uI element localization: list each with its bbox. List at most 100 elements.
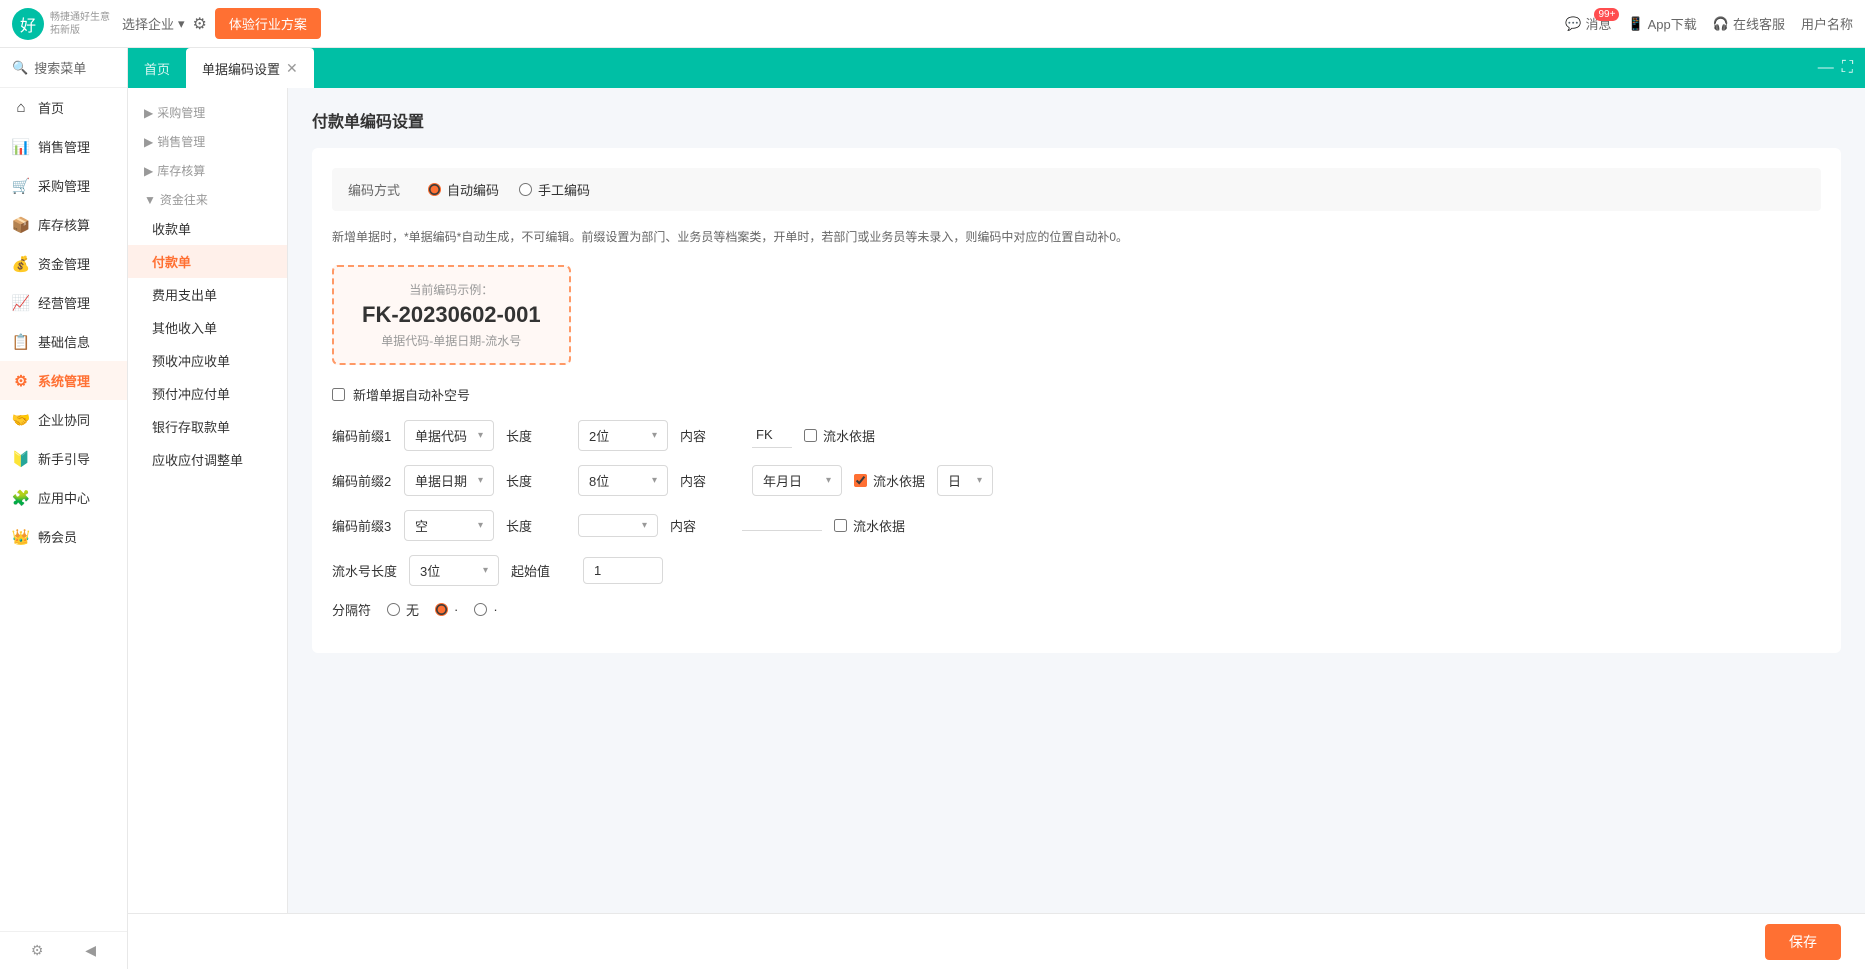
prefix1-select[interactable]: 单据代码 ▾ [404,420,494,451]
length1-label: 长度 [506,426,566,445]
start-value-input[interactable] [583,557,663,584]
sidebar-item-app[interactable]: 🧩 应用中心 [0,478,127,517]
sidebar-bottom: ⚙ ◀ [0,931,127,969]
length3-select[interactable]: ▾ [578,514,658,537]
main-layout: 🔍 搜索菜单 首页 📊 销售管理 🛒 采购管理 📦 库存核算 💰 资金管理 📈 … [0,48,1865,969]
sidebar-item-purchase[interactable]: 🛒 采购管理 [0,166,127,205]
sep-dash-char: · [493,602,497,617]
sidebar: 🔍 搜索菜单 首页 📊 销售管理 🛒 采购管理 📦 库存核算 💰 资金管理 📈 … [0,48,128,969]
chevron-down-icon-p3: ▾ [478,520,483,531]
chevron-down-icon-c2: ▾ [826,475,831,486]
message-badge: 99+ [1594,8,1619,21]
sub-sidebar-item-prepay-pay[interactable]: 预付冲应付单 [128,377,287,410]
sub-sidebar-item-receipt[interactable]: 收款单 [128,212,287,245]
sidebar-item-coop[interactable]: 🤝 企业协同 [0,400,127,439]
prefix2-select[interactable]: 单据日期 ▾ [404,465,494,496]
encoding-type-label: 编码方式 [348,180,400,199]
encoding-type-row: 编码方式 自动编码 手工编码 [332,168,1821,211]
message-button[interactable]: 💬 消息 99+ [1565,14,1611,33]
sidebar-item-inventory[interactable]: 📦 库存核算 [0,205,127,244]
top-bar: 好 畅捷通好生意 拓新版 选择企业 ▾ ⚙ 体验行业方案 💬 消息 99+ 📱 … [0,0,1865,48]
tab-bar: 首页 单据编码设置 ✕ — ⛶ [128,48,1865,88]
inner-layout: ▶ 采购管理 ▶ 销售管理 ▶ 库存核算 ▼ 资金往来 收款单 付款单 费用支出… [128,88,1865,913]
sub-sidebar-group-fund[interactable]: ▼ 资金往来 [128,183,287,212]
auto-fill-row: 新增单据自动补空号 [332,385,1821,404]
content2-select[interactable]: 年月日 ▾ [752,465,842,496]
length2-select[interactable]: 8位 ▾ [578,465,668,496]
sidebar-item-basic[interactable]: 📋 基础信息 [0,322,127,361]
stream3-checkbox[interactable] [834,519,847,532]
stream2-checkbox[interactable] [854,474,867,487]
sub-sidebar-item-bank-deposit[interactable]: 银行存取款单 [128,410,287,443]
tab-maximize-icon[interactable]: ⛶ [1842,59,1853,77]
sub-sidebar-item-prepay-collect[interactable]: 预收冲应收单 [128,344,287,377]
app-center-icon: 🧩 [12,489,30,507]
tab-code-settings[interactable]: 单据编码设置 ✕ [186,48,314,88]
stream2-unit-select[interactable]: 日 ▾ [937,465,993,496]
radio-manual-code[interactable]: 手工编码 [519,180,590,199]
search-menu[interactable]: 🔍 搜索菜单 [0,48,127,88]
content-area: 首页 单据编码设置 ✕ — ⛶ ▶ 采购管理 ▶ 销售管理 [128,48,1865,969]
message-icon: 💬 [1565,16,1581,32]
sep-none-option[interactable]: 无 [387,600,419,619]
separator-label: 分隔符 [332,600,371,619]
length3-label: 长度 [506,516,566,535]
length1-select[interactable]: 2位 ▾ [578,420,668,451]
app-download-button[interactable]: 📱 App下载 [1627,14,1696,33]
sub-sidebar-item-payment[interactable]: 付款单 [128,245,287,278]
user-info[interactable]: 用户名称 [1801,14,1853,33]
tab-close-icon[interactable]: ✕ [286,60,298,77]
sidebar-item-sales[interactable]: 📊 销售管理 [0,127,127,166]
sep-dot-option[interactable]: · [435,602,458,617]
save-button[interactable]: 保存 [1765,924,1841,960]
top-bar-center: 选择企业 ▾ ⚙ 体验行业方案 [122,8,321,39]
stream1-label: 流水依据 [823,426,875,445]
trial-button[interactable]: 体验行业方案 [215,8,321,39]
chevron-down-icon-l1: ▾ [652,430,657,441]
sub-sidebar-group-purchase[interactable]: ▶ 采购管理 [128,96,287,125]
system-icon: ⚙ [12,372,30,390]
example-label: 当前编码示例： [362,281,541,298]
sidebar-item-system[interactable]: ⚙ 系统管理 [0,361,127,400]
chevron-right-icon: ▶ [144,106,153,120]
prefix3-select[interactable]: 空 ▾ [404,510,494,541]
chevron-down-icon-l3: ▾ [642,520,647,531]
chevron-down-icon: ▾ [178,16,185,32]
basic-icon: 📋 [12,333,30,351]
sidebar-item-home[interactable]: 首页 [0,88,127,127]
sidebar-item-finance[interactable]: 💰 资金管理 [0,244,127,283]
logo-icon: 好 [12,8,44,40]
sub-sidebar-item-other-income[interactable]: 其他收入单 [128,311,287,344]
coop-icon: 🤝 [12,411,30,429]
sub-sidebar-item-expense[interactable]: 费用支出单 [128,278,287,311]
chevron-right-icon-2: ▶ [144,135,153,149]
sub-sidebar-group-sales[interactable]: ▶ 销售管理 [128,125,287,154]
online-service-button[interactable]: 🎧 在线客服 [1713,14,1785,33]
vip-icon: 👑 [12,528,30,546]
serial-length-select[interactable]: 3位 ▾ [409,555,499,586]
purchase-icon: 🛒 [12,177,30,195]
radio-auto-code[interactable]: 自动编码 [428,180,499,199]
tab-home[interactable]: 首页 [128,48,186,88]
inventory-icon: 📦 [12,216,30,234]
example-desc: 单据代码-单据日期-流水号 [362,332,541,349]
settings-card: 编码方式 自动编码 手工编码 新增单据时，*单据编码*自动生成，不可编辑。前缀设… [312,148,1841,653]
sidebar-item-guide[interactable]: 🔰 新手引导 [0,439,127,478]
stream1-checkbox[interactable] [804,429,817,442]
sep-dash-option[interactable]: · [474,602,497,617]
service-icon: 🎧 [1713,16,1729,32]
company-dropdown[interactable]: 选择企业 ▾ [122,14,185,33]
sidebar-settings-icon[interactable]: ⚙ [31,942,44,959]
sub-sidebar-item-adjust[interactable]: 应收应付调整单 [128,443,287,476]
sub-sidebar-group-inventory[interactable]: ▶ 库存核算 [128,154,287,183]
serial-row: 流水号长度 3位 ▾ 起始值 [332,555,1821,586]
sidebar-collapse-icon[interactable]: ◀ [85,942,96,959]
auto-fill-checkbox[interactable] [332,388,345,401]
sidebar-item-vip[interactable]: 👑 畅会员 [0,517,127,556]
sidebar-item-manage[interactable]: 📈 经营管理 [0,283,127,322]
tab-minimize-icon[interactable]: — [1818,59,1834,77]
stream2-label: 流水依据 [873,471,925,490]
chevron-down-icon-sl: ▾ [483,565,488,576]
settings-icon[interactable]: ⚙ [193,14,207,34]
tab-bar-right: — ⛶ [1818,59,1865,77]
